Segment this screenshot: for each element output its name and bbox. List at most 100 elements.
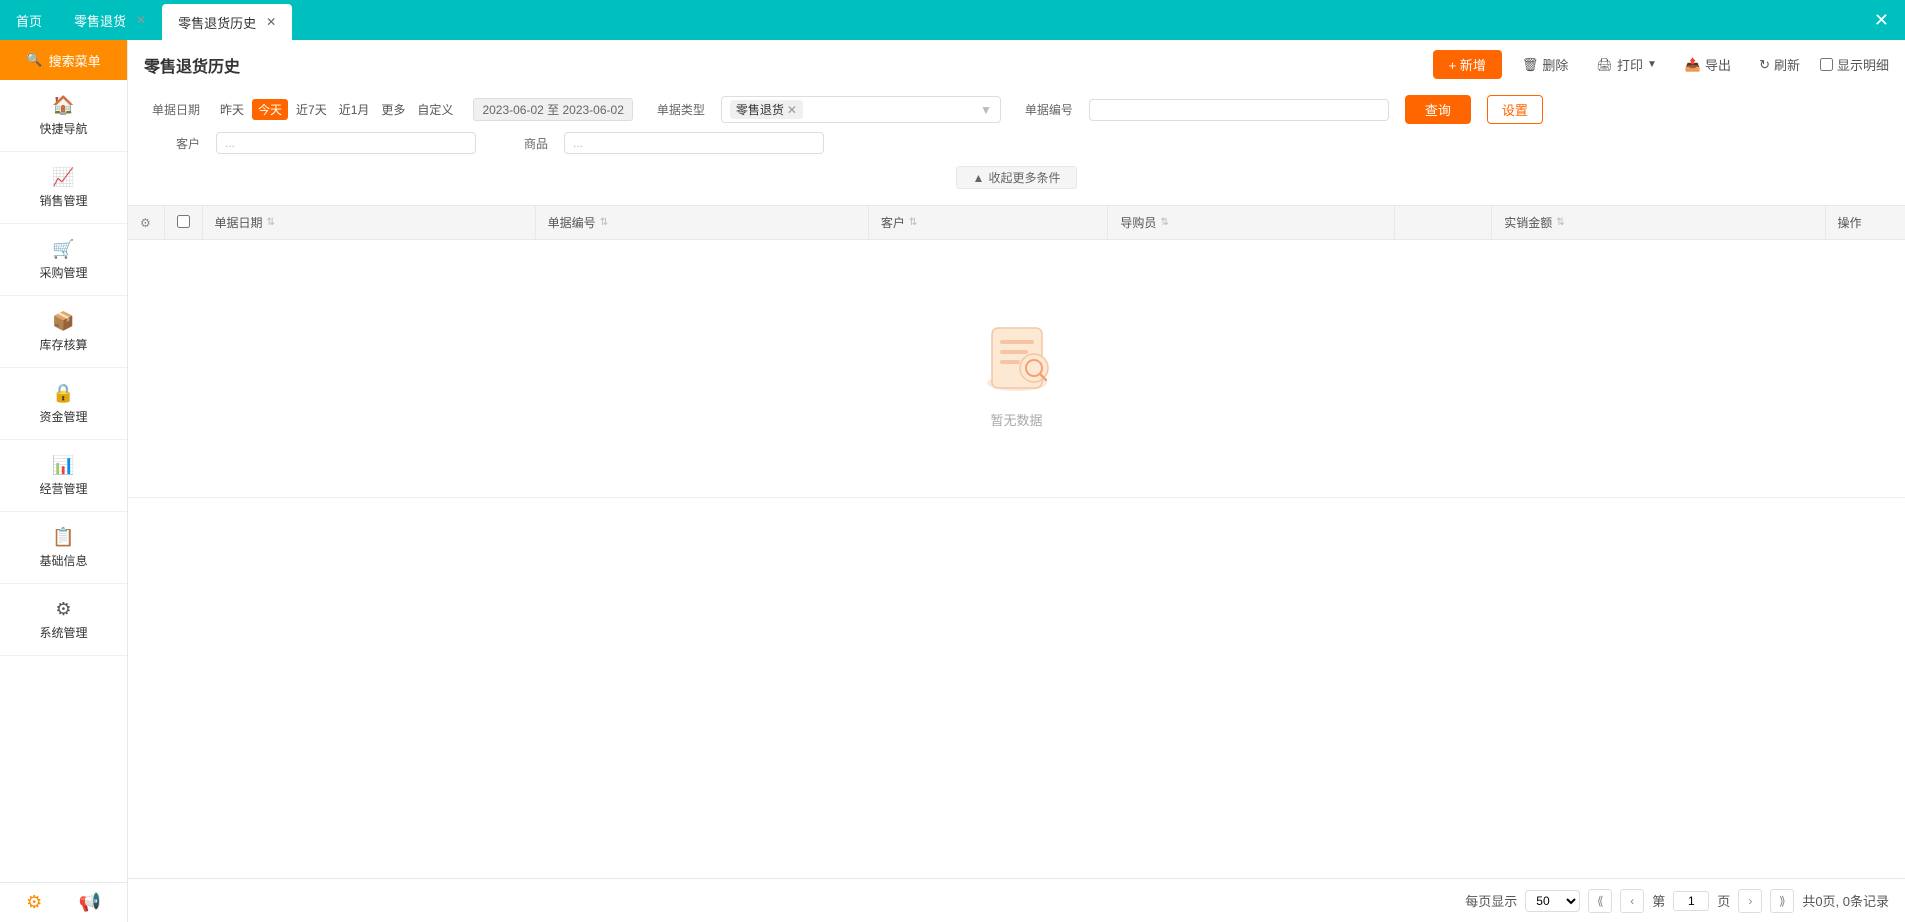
inventory-icon: 📦 <box>53 310 75 332</box>
sidebar-item-system-mgmt-label: 系统管理 <box>39 624 87 641</box>
sidebar-item-system-mgmt[interactable]: ⚙ 系统管理 <box>0 584 127 656</box>
sidebar-item-inventory-label: 库存核算 <box>39 336 87 353</box>
first-page-button[interactable]: ⟪ <box>1588 889 1612 913</box>
date-opt-custom[interactable]: 自定义 <box>413 99 457 120</box>
volume-icon[interactable]: 📢 <box>78 892 100 913</box>
content-area: 零售退货历史 + 新增 🗑 删除 🖨 打印 ▼ 📤 导出 <box>128 40 1905 922</box>
next-page-button[interactable]: › <box>1738 889 1762 913</box>
page-title: 零售退货历史 <box>144 53 240 77</box>
page-size-label: 每页显示 <box>1465 891 1517 910</box>
delete-button[interactable]: 🗑 删除 <box>1514 51 1577 78</box>
sidebar-item-basic-info[interactable]: 📋 基础信息 <box>0 512 127 584</box>
setting-button[interactable]: 设置 <box>1487 95 1543 124</box>
type-filter-label: 单据类型 <box>649 101 705 118</box>
settings-gear-icon[interactable]: ⚙ <box>26 892 42 913</box>
page-number-input[interactable]: 1 <box>1673 891 1709 911</box>
tab-retail-return-close[interactable]: ✕ <box>136 13 146 27</box>
purchase-icon: 🛒 <box>53 238 75 260</box>
delete-icon: 🗑 <box>1522 57 1539 73</box>
print-label: 打印 <box>1617 55 1643 74</box>
goods-filter-input[interactable]: ... <box>564 132 824 154</box>
type-tag: 零售退货 ✕ <box>730 100 803 119</box>
tab-retail-return-history[interactable]: 零售退货历史 ✕ <box>162 4 292 40</box>
search-icon: 🔍 <box>26 52 42 68</box>
guide-sort-icon: ⇅ <box>1160 217 1168 228</box>
tab-retail-return-label: 零售退货 <box>74 11 126 30</box>
page-actions: + 新增 🗑 删除 🖨 打印 ▼ 📤 导出 ↻ <box>1433 50 1889 79</box>
th-actual-amount[interactable]: 实销金额 ⇅ <box>1492 206 1825 240</box>
sidebar-search-button[interactable]: 🔍 搜索菜单 <box>0 40 127 80</box>
print-button[interactable]: 🖨 打印 ▼ <box>1588 51 1664 78</box>
collapse-icon: ▲ <box>973 171 985 185</box>
query-button[interactable]: 查询 <box>1405 95 1471 124</box>
date-opt-today[interactable]: 今天 <box>252 99 288 120</box>
filter-area: 单据日期 昨天 今天 近7天 近1月 更多 自定义 2023-06-02 至 2… <box>144 87 1889 205</box>
actual-amount-sort-icon: ⇅ <box>1556 217 1564 228</box>
sidebar-item-quick-nav[interactable]: 🏠 快捷导航 <box>0 80 127 152</box>
export-label: 导出 <box>1705 55 1731 74</box>
th-operations: 操作 <box>1825 206 1905 240</box>
doc-no-sort-icon: ⇅ <box>600 217 608 228</box>
th-guide[interactable]: 导购员 ⇅ <box>1108 206 1394 240</box>
prev-page-button[interactable]: ‹ <box>1620 889 1644 913</box>
date-opt-more[interactable]: 更多 <box>377 99 409 120</box>
close-all-tabs-button[interactable]: ✕ <box>1874 10 1889 31</box>
sidebar-item-operations[interactable]: 📊 经营管理 <box>0 440 127 512</box>
th-customer[interactable]: 客户 ⇅ <box>868 206 1108 240</box>
home-icon: 🏠 <box>53 94 75 116</box>
sales-icon: 📈 <box>53 166 75 188</box>
empty-state-cell: 暂无数据 <box>128 240 1905 498</box>
sidebar-item-finance[interactable]: 🔒 资金管理 <box>0 368 127 440</box>
sidebar-item-purchase-mgmt[interactable]: 🛒 采购管理 <box>0 224 127 296</box>
page-size-select[interactable]: 10 20 50 100 <box>1525 890 1580 912</box>
export-button[interactable]: 📤 导出 <box>1677 51 1739 78</box>
doc-date-sort-icon: ⇅ <box>267 217 275 228</box>
tab-retail-return[interactable]: 零售退货 ✕ <box>58 0 162 40</box>
show-detail-checkbox[interactable] <box>1820 58 1833 71</box>
collapse-filter-button[interactable]: ▲ 收起更多条件 <box>956 166 1078 189</box>
empty-icon <box>972 308 1062 398</box>
goods-filter-label: 商品 <box>492 135 548 152</box>
tab-bar: 首页 零售退货 ✕ 零售退货历史 ✕ ✕ <box>0 0 1905 40</box>
show-detail-toggle[interactable]: 显示明细 <box>1820 55 1889 74</box>
sidebar-item-quick-nav-label: 快捷导航 <box>39 120 87 137</box>
customer-filter-input[interactable]: ... <box>216 132 476 154</box>
main-layout: 🔍 搜索菜单 🏠 快捷导航 📈 销售管理 🛒 采购管理 📦 库存核算 🔒 <box>0 40 1905 922</box>
sidebar-item-sales-mgmt-label: 销售管理 <box>39 192 87 209</box>
th-doc-no-label: 单据编号 <box>548 214 596 231</box>
refresh-button[interactable]: ↻ 刷新 <box>1751 51 1808 78</box>
sidebar-item-inventory[interactable]: 📦 库存核算 <box>0 296 127 368</box>
print-dropdown-icon: ▼ <box>1647 59 1657 70</box>
new-button[interactable]: + 新增 <box>1433 50 1502 79</box>
date-opt-yesterday[interactable]: 昨天 <box>216 99 248 120</box>
th-guide-label: 导购员 <box>1120 214 1156 231</box>
date-options: 昨天 今天 近7天 近1月 更多 自定义 <box>216 99 457 120</box>
page-suffix: 页 <box>1717 891 1730 910</box>
pagination-bar: 每页显示 10 20 50 100 ⟪ ‹ 第 1 页 › ⟫ 共0页, 0条记… <box>128 878 1905 922</box>
export-icon: 📤 <box>1685 57 1701 73</box>
column-settings-icon[interactable]: ⚙ <box>140 216 151 230</box>
th-doc-date[interactable]: 单据日期 ⇅ <box>202 206 535 240</box>
date-range-value[interactable]: 2023-06-02 至 2023-06-02 <box>473 98 632 121</box>
th-customer-label: 客户 <box>881 214 905 231</box>
tab-home[interactable]: 首页 <box>0 0 58 40</box>
sidebar-item-sales-mgmt[interactable]: 📈 销售管理 <box>0 152 127 224</box>
th-doc-no[interactable]: 单据编号 ⇅ <box>535 206 868 240</box>
last-page-button[interactable]: ⟫ <box>1770 889 1794 913</box>
docno-filter-input[interactable] <box>1089 99 1389 121</box>
page-header: 零售退货历史 + 新增 🗑 删除 🖨 打印 ▼ 📤 导出 <box>128 40 1905 206</box>
operations-icon: 📊 <box>53 454 75 476</box>
date-opt-7days[interactable]: 近7天 <box>292 99 331 120</box>
tab-retail-return-history-close[interactable]: ✕ <box>266 15 276 29</box>
type-filter-select[interactable]: 零售退货 ✕ ▼ <box>721 96 1001 123</box>
total-info: 共0页, 0条记录 <box>1802 891 1889 910</box>
sidebar-bottom: ⚙ 📢 <box>0 882 127 922</box>
refresh-icon: ↻ <box>1759 57 1770 73</box>
docno-filter-label: 单据编号 <box>1017 101 1073 118</box>
show-detail-label: 显示明细 <box>1837 55 1889 74</box>
sidebar-item-basic-info-label: 基础信息 <box>39 552 87 569</box>
select-all-checkbox[interactable] <box>177 215 190 228</box>
date-opt-1month[interactable]: 近1月 <box>335 99 374 120</box>
type-tag-close[interactable]: ✕ <box>787 103 797 117</box>
tab-retail-return-history-label: 零售退货历史 <box>178 13 256 32</box>
